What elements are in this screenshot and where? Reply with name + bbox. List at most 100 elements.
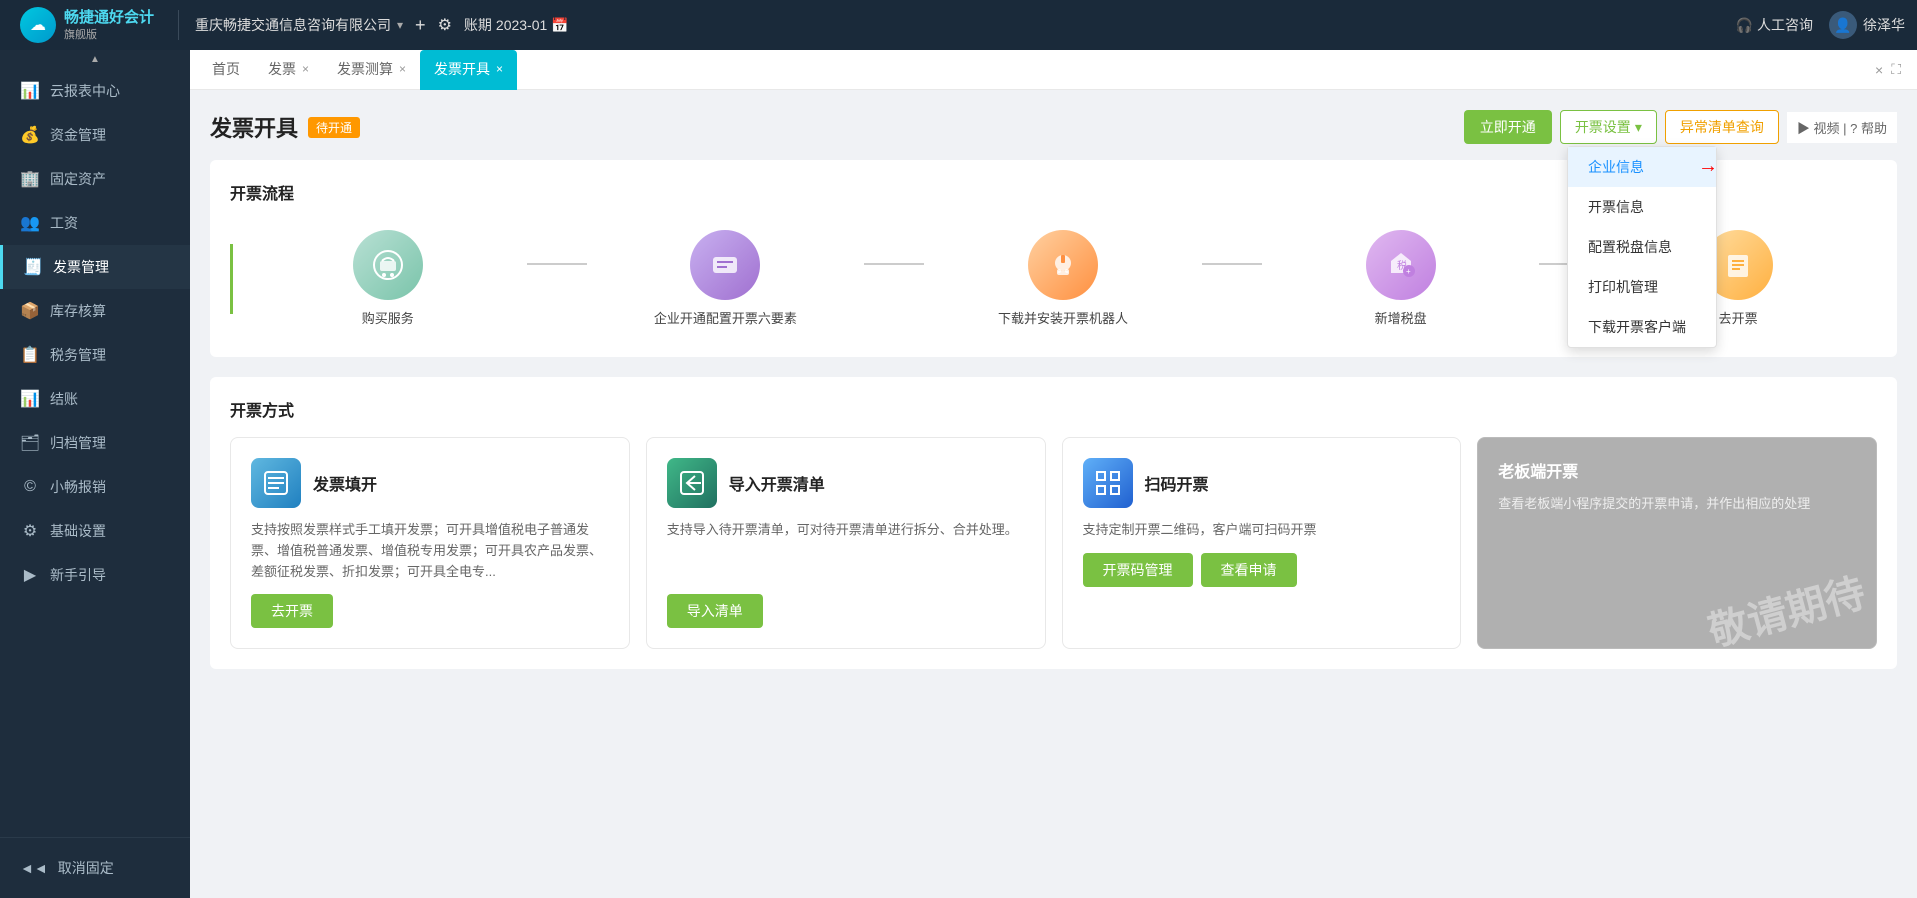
status-badge: 待开通: [308, 117, 360, 138]
tab-close-all-btn[interactable]: ×: [1875, 62, 1883, 78]
flow-icon-download: [1028, 230, 1098, 300]
content-area: 首页 发票 × 发票测算 × 发票开具 × × ⛶: [190, 50, 1917, 898]
sidebar-label-invoice: 发票管理: [53, 257, 109, 277]
sidebar-label-fund: 资金管理: [50, 125, 106, 145]
top-settings-btn[interactable]: ⚙: [438, 15, 452, 35]
sidebar-item-fund[interactable]: 💰 资金管理: [0, 113, 190, 157]
calendar-icon[interactable]: 📅: [551, 17, 568, 34]
service-btn[interactable]: 🎧 人工咨询: [1736, 15, 1813, 35]
sidebar-item-guide[interactable]: ▶ 新手引导: [0, 553, 190, 597]
sidebar-item-invoice[interactable]: 🧾 发票管理: [0, 245, 190, 289]
abnormal-btn[interactable]: 异常清单查询: [1665, 110, 1779, 144]
user-avatar: 👤: [1829, 11, 1857, 39]
flow-step-invoice-label: 去开票: [1719, 308, 1758, 327]
sidebar-item-settlement[interactable]: 📊 结账: [0, 377, 190, 421]
headset-icon: 🎧: [1736, 17, 1753, 33]
method-fill-icon: [251, 458, 301, 508]
scroll-up-indicator[interactable]: ▲: [0, 50, 190, 69]
flow-step-tax-label: 新增税盘: [1375, 308, 1427, 327]
tax-icon: 📋: [20, 345, 40, 365]
tab-invoice-list-label: 发票: [268, 59, 296, 79]
tab-invoice-open-close[interactable]: ×: [496, 62, 503, 76]
sidebar-label-settings: 基础设置: [50, 521, 106, 541]
top-actions: + ⚙ 账期 2023-01 📅: [415, 15, 569, 36]
sidebar-label-cloud-report: 云报表中心: [50, 81, 120, 101]
tab-invoice-list-close[interactable]: ×: [302, 62, 309, 76]
flow-step-config: 企业开通配置开票六要素: [587, 230, 865, 327]
method-fill-desc: 支持按照发票样式手工填开发票；可开具增值税电子普通发票、增值税普通发票、增值税专…: [251, 520, 609, 582]
sidebar-item-settings[interactable]: ⚙ 基础设置: [0, 509, 190, 553]
dropdown-item-tax-config[interactable]: 配置税盘信息: [1568, 227, 1716, 267]
sidebar-nav: 📊 云报表中心 💰 资金管理 🏢 固定资产 👥 工资 🧾 发票管理: [0, 69, 190, 837]
flow-step-download: 下载并安装开票机器人: [924, 230, 1202, 327]
tab-invoice-list[interactable]: 发票 ×: [254, 50, 323, 90]
sidebar-item-archive[interactable]: 🗂 归档管理: [0, 421, 190, 465]
tab-invoice-test-label: 发票测算: [337, 59, 393, 79]
method-card-boss: 老板端开票 查看老板端小程序提交的开票申请，并作出相应的处理 敬请期待: [1477, 437, 1877, 649]
tab-bar: 首页 发票 × 发票测算 × 发票开具 × × ⛶: [190, 50, 1917, 90]
flow-icon-buy: [353, 230, 423, 300]
top-bar-right: 🎧 人工咨询 👤 徐泽华: [1736, 11, 1905, 39]
logo-sub: 旗舰版: [64, 28, 154, 42]
sidebar-item-fixed-assets[interactable]: 🏢 固定资产: [0, 157, 190, 201]
method-scan-btn1[interactable]: 开票码管理: [1083, 553, 1193, 587]
flow-connector-2: [864, 263, 924, 265]
fixed-assets-icon: 🏢: [20, 169, 40, 189]
add-company-btn[interactable]: +: [415, 15, 426, 36]
sidebar-item-inventory[interactable]: 📦 库存核算: [0, 289, 190, 333]
video-btn[interactable]: ▶ 视频 | ? 帮助: [1787, 112, 1897, 143]
tab-invoice-open-label: 发票开具: [434, 59, 490, 79]
report-icon: ©: [20, 477, 40, 497]
svg-text:+: +: [1406, 267, 1411, 276]
sidebar-item-payroll[interactable]: 👥 工资: [0, 201, 190, 245]
inventory-icon: 📦: [20, 301, 40, 321]
page-title: 发票开具: [210, 111, 298, 143]
method-fill-header: 发票填开: [251, 458, 609, 508]
sidebar-item-report[interactable]: © 小畅报销: [0, 465, 190, 509]
tab-invoice-test[interactable]: 发票测算 ×: [323, 50, 420, 90]
tab-home-label: 首页: [212, 59, 240, 79]
user-info[interactable]: 👤 徐泽华: [1829, 11, 1905, 39]
page-actions: 立即开通 开票设置 ▾ 异常清单查询 ▶ 视频 | ? 帮助: [1464, 110, 1897, 144]
dropdown-item-invoice-info[interactable]: 开票信息: [1568, 187, 1716, 227]
flow-step-buy-label: 购买服务: [362, 308, 414, 327]
method-scan-buttons: 开票码管理 查看申请: [1083, 553, 1441, 587]
logo-icon: ☁: [20, 7, 56, 43]
method-scan-btn2[interactable]: 查看申请: [1201, 553, 1297, 587]
cloud-report-icon: 📊: [20, 81, 40, 101]
flow-left-border: [230, 244, 233, 314]
dropdown-item-company-info[interactable]: 企业信息: [1568, 147, 1716, 187]
settlement-icon: 📊: [20, 389, 40, 409]
top-bar: ☁ 畅捷通好会计 旗舰版 重庆畅捷交通信息咨询有限公司 ▾ + ⚙ 账期 202…: [0, 0, 1917, 50]
sidebar-label-guide: 新手引导: [50, 565, 106, 585]
dropdown-item-download-client[interactable]: 下载开票客户端: [1568, 307, 1716, 347]
fund-icon: 💰: [20, 125, 40, 145]
archive-icon: 🗂: [20, 433, 40, 453]
method-import-btn[interactable]: 导入清单: [667, 594, 763, 628]
play-icon: ▶: [1797, 121, 1810, 136]
dropdown-item-printer[interactable]: 打印机管理: [1568, 267, 1716, 307]
sidebar-label-inventory: 库存核算: [50, 301, 106, 321]
logo-text: 畅捷通好会计 旗舰版: [64, 8, 154, 42]
method-card-import: 导入开票清单 支持导入待开票清单，可对待开票清单进行拆分、合并处理。 导入清单: [646, 437, 1046, 649]
method-fill-btn[interactable]: 去开票: [251, 594, 333, 628]
company-selector[interactable]: 重庆畅捷交通信息咨询有限公司 ▾: [195, 15, 403, 35]
unpin-btn[interactable]: ◄◄ 取消固定: [0, 848, 190, 888]
tab-home[interactable]: 首页: [198, 50, 254, 90]
activate-btn[interactable]: 立即开通: [1464, 110, 1552, 144]
logo-divider: [178, 10, 179, 40]
company-dropdown-icon: ▾: [397, 18, 403, 32]
tab-maximize-btn[interactable]: ⛶: [1891, 61, 1901, 78]
sidebar-item-tax[interactable]: 📋 税务管理: [0, 333, 190, 377]
method-boss-header: 老板端开票: [1498, 458, 1856, 482]
settings-btn[interactable]: 开票设置 ▾: [1560, 110, 1657, 144]
invoice-icon: 🧾: [23, 257, 43, 277]
methods-section: 开票方式 发票填开 支持按照发票样式手工填开发票；可开具增值税电子普通发票、增值…: [210, 377, 1897, 669]
sidebar-item-cloud-report[interactable]: 📊 云报表中心: [0, 69, 190, 113]
tab-invoice-test-close[interactable]: ×: [399, 62, 406, 76]
sidebar: ▲ 📊 云报表中心 💰 资金管理 🏢 固定资产 👥 工资: [0, 50, 190, 898]
tab-invoice-open[interactable]: 发票开具 ×: [420, 50, 517, 90]
page-header: 发票开具 待开通 立即开通 开票设置 ▾ 异常清单查询 ▶ 视频: [210, 110, 1897, 144]
methods-grid: 发票填开 支持按照发票样式手工填开发票；可开具增值税电子普通发票、增值税普通发票…: [230, 437, 1877, 649]
settings-icon: ⚙: [20, 521, 40, 541]
